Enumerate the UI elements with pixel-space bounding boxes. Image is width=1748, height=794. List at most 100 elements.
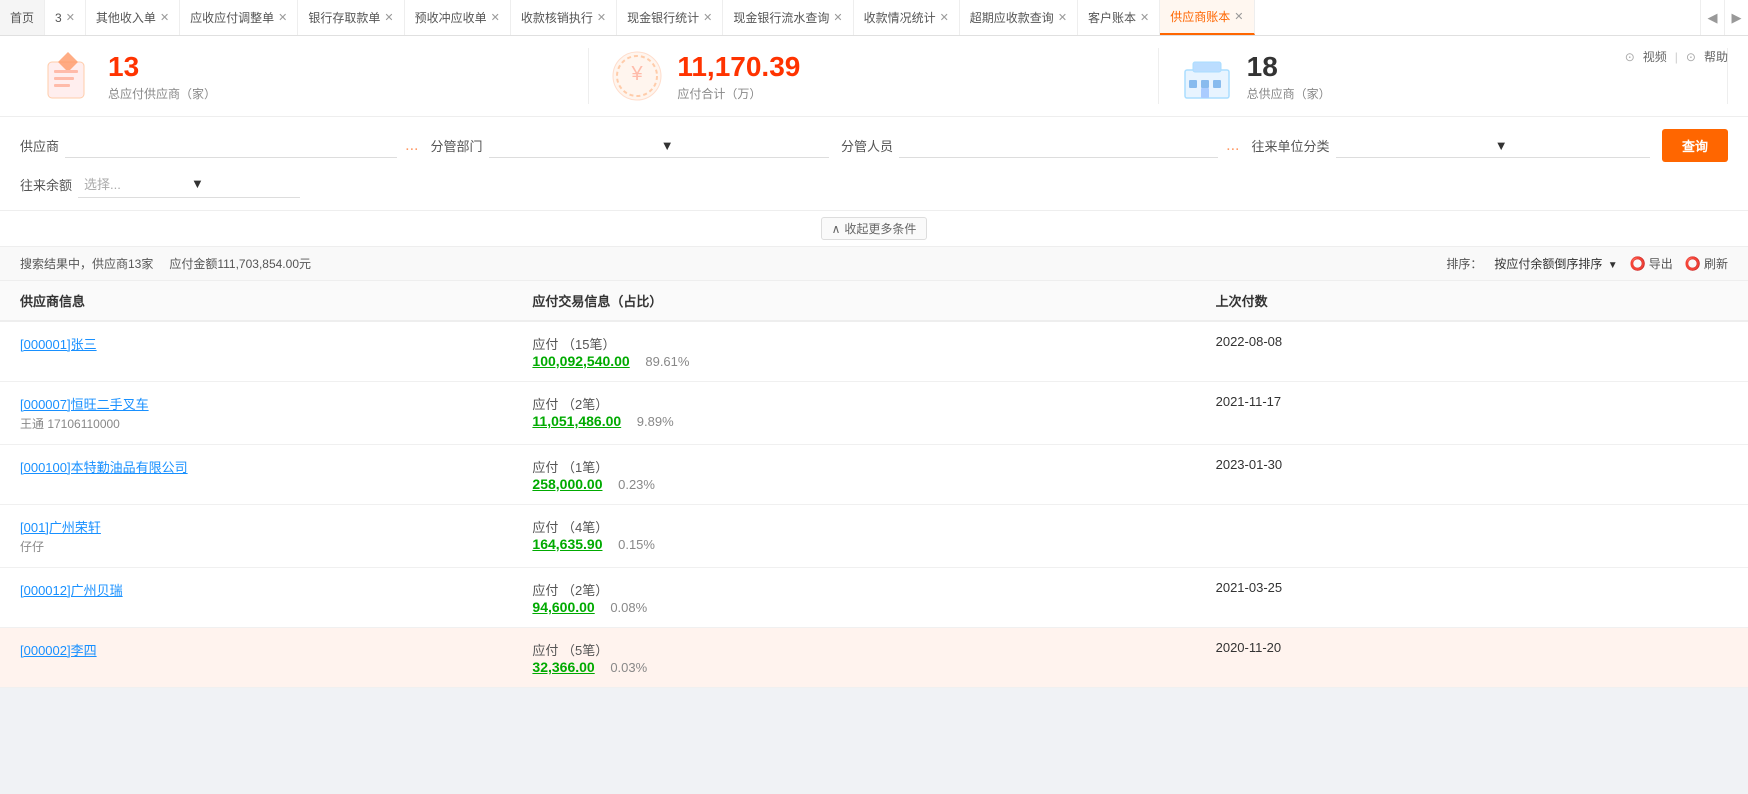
payable-suppliers-number: 13: [108, 50, 216, 84]
nav-tab-prepay-sales-close[interactable]: ✕: [491, 11, 500, 24]
refresh-button[interactable]: ⭕ 刷新: [1685, 255, 1728, 272]
supplier-info-cell: [000001]张三: [20, 334, 532, 353]
nav-tab-ap-adjust-label: 应收应付调整单: [190, 9, 274, 26]
supplier-link[interactable]: [001]广州荣轩: [20, 520, 101, 535]
nav-tab-receipt-exec-label: 收款核销执行: [521, 9, 593, 26]
tx-type-label: 应付: [532, 397, 562, 412]
table-row: [000007]恒旺二手叉车 王通 17106110000 应付 （2笔） 11…: [0, 382, 1748, 445]
sort-label: 排序：: [1446, 255, 1482, 272]
supplier-info-cell: [000012]广州贝瑞: [20, 580, 532, 599]
unit-class-filter-label: 往来单位分类: [1252, 136, 1330, 155]
nav-tab-cash-bank-flow[interactable]: 现金银行流水查询 ✕: [723, 0, 853, 35]
nav-tab-bank-deposit-close[interactable]: ✕: [384, 11, 393, 24]
sort-value[interactable]: 按应付余额倒序排序 ▼: [1494, 255, 1617, 272]
tx-type-label: 应付: [532, 520, 562, 535]
payable-total-icon: ¥: [609, 48, 665, 104]
nav-tab-cash-bank-flow-close[interactable]: ✕: [833, 11, 842, 24]
nav-tab-home[interactable]: 首页: [0, 0, 45, 35]
transaction-cell: 应付 （2笔） 11,051,486.00 9.89%: [532, 394, 1215, 429]
nav-tab-cash-bank-stat-close[interactable]: ✕: [703, 11, 712, 24]
person-filter-label: 分管人员: [841, 136, 893, 155]
nav-next-arrow[interactable]: ▶: [1724, 0, 1748, 36]
col-header-transaction: 应付交易信息（占比）: [532, 291, 1215, 310]
help-link[interactable]: 帮助: [1704, 48, 1728, 65]
filter-person: 分管人员 ...: [841, 134, 1240, 158]
unit-class-filter-select[interactable]: ▼: [1336, 134, 1650, 158]
result-bar-left: 搜索结果中，供应商13家 应付金额111,703,854.00元: [20, 255, 311, 272]
nav-tab-ap-adjust[interactable]: 应收应付调整单 ✕: [180, 0, 298, 35]
sort-icon: ▼: [1608, 260, 1618, 271]
nav-tab-cash-bank-stat[interactable]: 现金银行统计 ✕: [617, 0, 723, 35]
table-body: [000001]张三 应付 （15笔） 100,092,540.00 89.61…: [0, 322, 1748, 688]
supplier-link[interactable]: [000001]张三: [20, 337, 97, 352]
nav-tab-ap-adjust-close[interactable]: ✕: [278, 11, 287, 24]
dept-filter-select[interactable]: ▼: [489, 134, 829, 158]
nav-tab-customer-account[interactable]: 客户账本 ✕: [1078, 0, 1160, 35]
supplier-link[interactable]: [000100]本特勤油品有限公司: [20, 460, 188, 475]
supplier-link[interactable]: [000012]广州贝瑞: [20, 583, 123, 598]
filter-row-1: 供应商 ... 分管部门 ▼ 分管人员 ... 往来单位分类 ▼ 查询: [20, 129, 1728, 162]
nav-tab-overdue-query-close[interactable]: ✕: [1058, 11, 1067, 24]
filter-row-2: 往来余额 选择... ▼: [20, 170, 1728, 198]
balance-filter-select[interactable]: 选择... ▼: [78, 170, 300, 198]
search-button[interactable]: 查询: [1662, 129, 1728, 162]
nav-tab-3-close[interactable]: ✕: [66, 11, 75, 24]
video-link[interactable]: 视频: [1643, 48, 1667, 65]
nav-tab-supplier-account[interactable]: 供应商账本 ✕: [1160, 0, 1254, 35]
person-filter-input[interactable]: [899, 134, 1218, 158]
collapse-button[interactable]: ∧ 收起更多条件: [821, 217, 928, 240]
nav-tab-prepay-sales-label: 预收冲应收单: [415, 9, 487, 26]
nav-tab-other-income[interactable]: 其他收入单 ✕: [86, 0, 180, 35]
tx-amount[interactable]: 164,635.90: [532, 536, 602, 552]
amount-text: 应付金额111,703,854.00元: [169, 255, 311, 272]
nav-tab-other-income-close[interactable]: ✕: [160, 11, 169, 24]
nav-tab-receipt-stat[interactable]: 收款情况统计 ✕: [854, 0, 960, 35]
last-payment-cell: 2020-11-20: [1216, 640, 1728, 655]
supplier-link[interactable]: [000002]李四: [20, 643, 97, 658]
transaction-cell: 应付 （1笔） 258,000.00 0.23%: [532, 457, 1215, 492]
nav-tab-customer-account-close[interactable]: ✕: [1140, 11, 1149, 24]
supplier-ellipsis-btn[interactable]: ...: [405, 137, 418, 155]
supplier-link[interactable]: [000007]恒旺二手叉车: [20, 397, 149, 412]
nav-tab-bank-deposit[interactable]: 银行存取款单 ✕: [298, 0, 404, 35]
last-payment-date: 2021-03-25: [1216, 580, 1283, 595]
svg-text:¥: ¥: [631, 63, 644, 85]
payable-total-info: 11,170.39 应付合计（万）: [677, 50, 800, 103]
nav-tab-3[interactable]: 3 ✕: [45, 0, 86, 35]
balance-chevron-icon: ▼: [191, 176, 294, 191]
top-right-links: ⊙ 视频 | ⊙ 帮助: [1625, 48, 1728, 65]
refresh-icon: ⭕: [1685, 256, 1701, 272]
last-payment-date: 2020-11-20: [1216, 640, 1282, 655]
table-row: [000002]李四 应付 （5笔） 32,366.00 0.03% 2020-…: [0, 628, 1748, 688]
supplier-info-cell: [000007]恒旺二手叉车 王通 17106110000: [20, 394, 532, 432]
dept-filter-label: 分管部门: [431, 136, 483, 155]
nav-tab-overdue-query[interactable]: 超期应收款查询 ✕: [960, 0, 1078, 35]
supplier-filter-input[interactable]: [65, 134, 397, 158]
export-icon: ⭕: [1630, 256, 1646, 272]
filter-supplier: 供应商 ...: [20, 134, 419, 158]
result-bar-right: 排序： 按应付余额倒序排序 ▼ ⭕ 导出 ⭕ 刷新: [1446, 255, 1728, 272]
sort-value-text: 按应付余额倒序排序: [1494, 257, 1602, 271]
stat-payable-suppliers: 13 总应付供应商（家）: [20, 48, 589, 104]
total-suppliers-icon: [1179, 48, 1235, 104]
nav-prev-arrow[interactable]: ◀: [1700, 0, 1724, 36]
payable-total-label: 应付合计（万）: [677, 85, 800, 102]
tx-amount[interactable]: 100,092,540.00: [532, 353, 629, 369]
table-container: 供应商信息 应付交易信息（占比） 上次付数 [000001]张三 应付 （15笔…: [0, 281, 1748, 688]
tx-amount[interactable]: 11,051,486.00: [532, 413, 621, 429]
total-suppliers-number: 18: [1247, 50, 1331, 84]
transaction-cell: 应付 （4笔） 164,635.90 0.15%: [532, 517, 1215, 552]
filter-balance: 往来余额 选择... ▼: [20, 170, 300, 198]
tx-amount[interactable]: 94,600.00: [532, 599, 594, 615]
nav-tab-receipt-stat-close[interactable]: ✕: [940, 11, 949, 24]
tx-amount[interactable]: 258,000.00: [532, 476, 602, 492]
supplier-info-cell: [001]广州荣轩 仔仔: [20, 517, 532, 555]
nav-tab-receipt-exec[interactable]: 收款核销执行 ✕: [511, 0, 617, 35]
nav-tab-prepay-sales[interactable]: 预收冲应收单 ✕: [405, 0, 511, 35]
nav-tab-receipt-exec-close[interactable]: ✕: [597, 11, 606, 24]
nav-tab-supplier-account-close[interactable]: ✕: [1234, 10, 1243, 23]
tx-type-label: 应付: [532, 337, 562, 352]
export-button[interactable]: ⭕ 导出: [1630, 255, 1673, 272]
tx-amount[interactable]: 32,366.00: [532, 659, 594, 675]
person-ellipsis-btn[interactable]: ...: [1226, 137, 1239, 155]
